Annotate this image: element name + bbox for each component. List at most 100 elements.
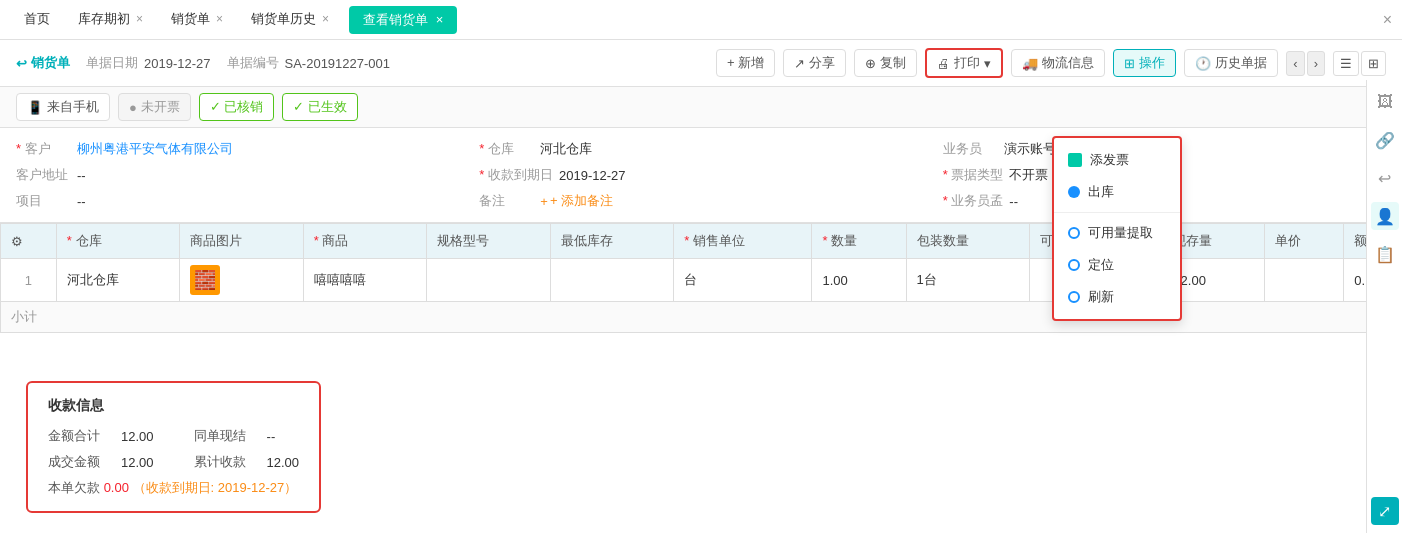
- outbound-label: 出库: [1088, 183, 1114, 201]
- print-btn[interactable]: 🖨 打印 ▾: [925, 48, 1003, 78]
- sidebar-user-icon[interactable]: 👤: [1371, 202, 1399, 230]
- logistics-btn-label: 物流信息: [1042, 54, 1094, 72]
- dropdown-outbound[interactable]: 出库: [1054, 176, 1180, 208]
- col-package-qty: 包装数量: [906, 224, 1029, 259]
- view-sales-order-btn[interactable]: 查看销货单 ×: [349, 6, 457, 34]
- col-spec: 规格型号: [427, 224, 550, 259]
- same-order-settle-value: --: [267, 429, 276, 444]
- not-open-ticket-btn[interactable]: ● 未开票: [118, 93, 191, 121]
- tab-inventory-init[interactable]: 库存期初 ×: [64, 0, 157, 40]
- confirmed-label: 已核销: [224, 99, 263, 114]
- confirmed-badge[interactable]: ✓ 已核销: [199, 93, 275, 121]
- tab-sales-history-close[interactable]: ×: [322, 12, 329, 26]
- dropdown-add-invoice[interactable]: 添发票: [1054, 144, 1180, 176]
- list-view-btn[interactable]: ☰: [1333, 51, 1359, 76]
- number-value: SA-20191227-001: [285, 56, 391, 71]
- doc-title-text: 销货单: [31, 54, 70, 72]
- effective-check-icon: ✓: [293, 99, 308, 114]
- share-btn[interactable]: ↗ 分享: [783, 49, 846, 77]
- payment-date-label: 收款到期日: [479, 166, 553, 184]
- staff-value: 演示账号: [1004, 140, 1056, 158]
- add-note-btn[interactable]: + + 添加备注: [540, 192, 613, 210]
- operations-btn[interactable]: ⊞ 操作: [1113, 49, 1176, 77]
- project-row: 项目 --: [16, 192, 459, 210]
- payment-total-row: 金额合计 12.00: [48, 427, 154, 445]
- col-settings[interactable]: ⚙: [1, 224, 57, 259]
- tab-sales-order[interactable]: 销货单 ×: [157, 0, 237, 40]
- col-quantity: 数量: [812, 224, 906, 259]
- sidebar-image-icon[interactable]: 🖼: [1371, 88, 1399, 116]
- new-btn[interactable]: + 新增: [716, 49, 775, 77]
- customer-value[interactable]: 柳州粤港平安气体有限公司: [77, 140, 233, 158]
- date-label: 单据日期: [86, 54, 138, 72]
- sidebar-clipboard-icon[interactable]: 📋: [1371, 240, 1399, 268]
- history-btn[interactable]: 🕐 历史单据: [1184, 49, 1278, 77]
- dropdown-locate[interactable]: 定位: [1054, 249, 1180, 281]
- effective-badge[interactable]: ✓ 已生效: [282, 93, 358, 121]
- number-label: 单据编号: [227, 54, 279, 72]
- sidebar-expand-icon[interactable]: ⤢: [1371, 497, 1399, 525]
- staff2-value: --: [1009, 194, 1018, 209]
- tabs-bar: 首页 库存期初 × 销货单 × 销货单历史 × 查看销货单 × ×: [0, 0, 1402, 40]
- products-table: ⚙ 仓库 商品图片 商品 规格型号 最低库存 销售单位 数量 包装数量 可用量 …: [0, 223, 1402, 333]
- ticket-icon: ●: [129, 100, 137, 115]
- dropdown-available-qty[interactable]: 可用量提取: [1054, 217, 1180, 249]
- doc-number-meta: 单据编号 SA-20191227-001: [227, 54, 391, 72]
- logistics-btn[interactable]: 🚚 物流信息: [1011, 49, 1105, 77]
- row-num: 1: [1, 259, 57, 302]
- view-sales-order-close[interactable]: ×: [436, 12, 444, 27]
- next-btn[interactable]: ›: [1307, 51, 1325, 76]
- due-payment-row: 本单欠款 0.00 （收款到期日: 2019-12-27）: [48, 479, 299, 497]
- window-close-btn[interactable]: ×: [1383, 11, 1392, 29]
- same-order-settle-row: 同单现结 --: [194, 427, 300, 445]
- subtotal-row: 小计: [1, 302, 1402, 333]
- col-product-img: 商品图片: [180, 224, 303, 259]
- check-icon: ✓: [210, 99, 225, 114]
- mobile-icon: 📱: [27, 100, 43, 115]
- tab-sales-history-label: 销货单历史: [251, 10, 316, 28]
- operations-btn-label: 操作: [1139, 54, 1165, 72]
- form-area: 客户 柳州粤港平安气体有限公司 仓库 河北仓库 业务员 演示账号 客户地址 --…: [0, 128, 1402, 223]
- dropdown-refresh[interactable]: 刷新: [1054, 281, 1180, 313]
- add-note-text: + 添加备注: [550, 192, 613, 210]
- col-product: 商品: [303, 224, 426, 259]
- from-mobile-btn[interactable]: 📱 来自手机: [16, 93, 110, 121]
- print-dropdown-arrow: ▾: [984, 56, 991, 71]
- tab-home[interactable]: 首页: [10, 0, 64, 40]
- note-label: 备注: [479, 192, 534, 210]
- cumulative-payment-row: 累计收款 12.00: [194, 453, 300, 471]
- copy-btn[interactable]: ⊕ 复制: [854, 49, 917, 77]
- refresh-icon: [1068, 291, 1080, 303]
- project-value: --: [77, 194, 86, 209]
- subtotal-label: 小计: [1, 302, 1402, 333]
- row-package-qty: 1台: [906, 259, 1029, 302]
- logistics-icon: 🚚: [1022, 56, 1038, 71]
- warehouse-label: 仓库: [479, 140, 534, 158]
- table-header-row: ⚙ 仓库 商品图片 商品 规格型号 最低库存 销售单位 数量 包装数量 可用量 …: [1, 224, 1402, 259]
- col-unit-price: 单价: [1264, 224, 1344, 259]
- address-value: --: [77, 168, 86, 183]
- dropdown-divider: [1054, 212, 1180, 213]
- tab-inventory-init-close[interactable]: ×: [136, 12, 143, 26]
- address-row: 客户地址 --: [16, 166, 459, 184]
- project-label: 项目: [16, 192, 71, 210]
- grid-view-btn[interactable]: ⊞: [1361, 51, 1386, 76]
- tab-sales-order-close[interactable]: ×: [216, 12, 223, 26]
- row-warehouse: 河北仓库: [56, 259, 179, 302]
- share-btn-label: 分享: [809, 54, 835, 72]
- tab-sales-order-label: 销货单: [171, 10, 210, 28]
- nav-arrows: ‹ ›: [1286, 51, 1325, 76]
- tab-home-label: 首页: [24, 10, 50, 28]
- main-content: ↩ 销货单 单据日期 2019-12-27 单据编号 SA-20191227-0…: [0, 40, 1402, 533]
- doc-actions: + 新增 ↗ 分享 ⊕ 复制 🖨 打印 ▾ 🚚 物流信息: [716, 48, 1386, 78]
- staff-label: 业务员: [943, 140, 998, 158]
- sidebar-return-icon[interactable]: ↩: [1371, 164, 1399, 192]
- sidebar-link-icon[interactable]: 🔗: [1371, 126, 1399, 154]
- not-open-ticket-label: 未开票: [141, 98, 180, 116]
- prev-btn[interactable]: ‹: [1286, 51, 1304, 76]
- effective-label: 已生效: [308, 99, 347, 114]
- tab-sales-history[interactable]: 销货单历史 ×: [237, 0, 343, 40]
- locate-icon: [1068, 259, 1080, 271]
- history-btn-label: 历史单据: [1215, 54, 1267, 72]
- date-value: 2019-12-27: [144, 56, 211, 71]
